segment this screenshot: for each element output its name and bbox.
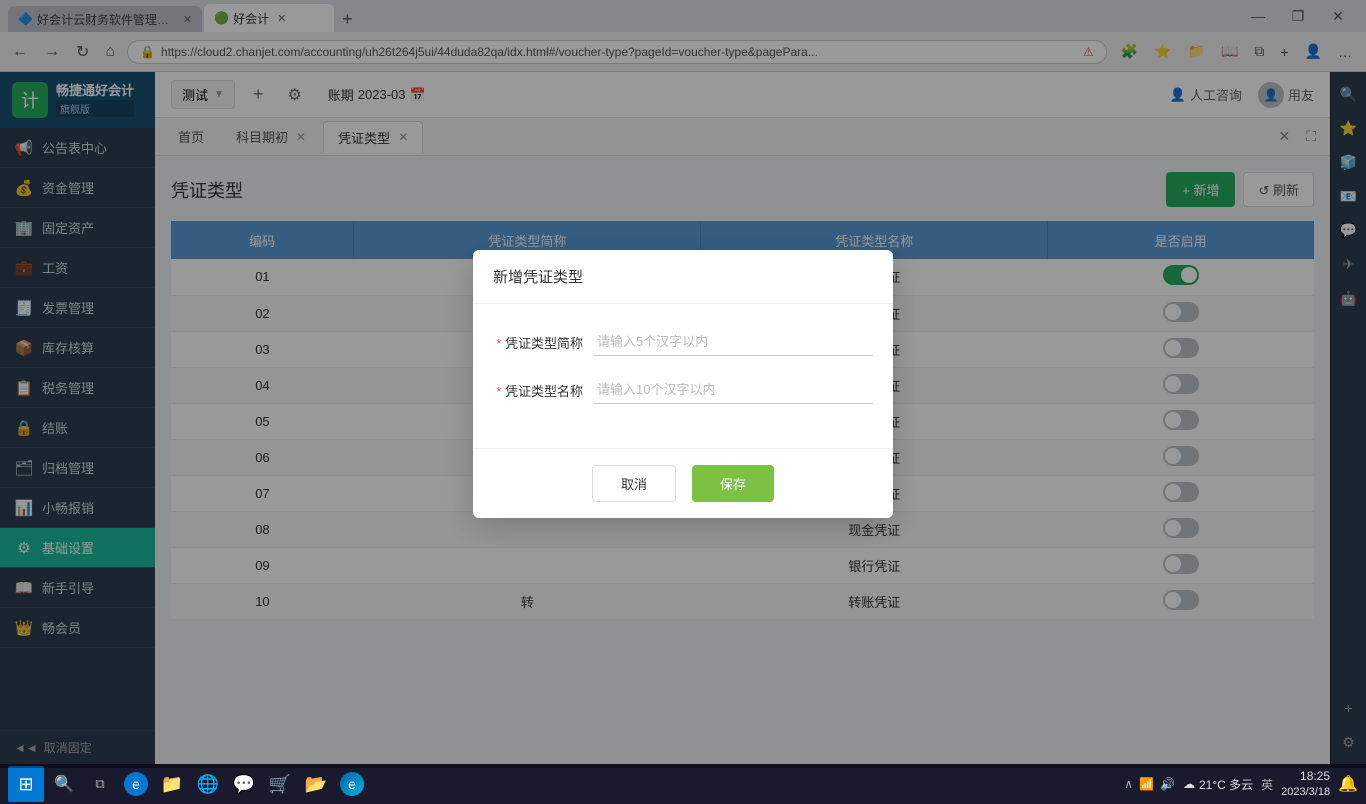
weather-text: 21°C 多云 [1199,776,1253,793]
taskbar-edge-icon[interactable]: e [336,768,368,800]
taskbar-browser-icon[interactable]: e [120,768,152,800]
chevron-up-icon: ∧ [1124,777,1133,791]
name-label: 凭证类型名称 [493,381,593,400]
time-value: 18:25 [1281,768,1330,785]
modal-title: 新增凭证类型 [473,250,893,304]
taskbar-store-icon[interactable]: 🛒 [264,768,296,800]
systray-area[interactable]: ∧ 📶 🔊 [1124,777,1175,791]
form-row-short: 凭证类型简称 [493,328,873,356]
taskbar-chrome-icon[interactable]: 🌐 [192,768,224,800]
time-display: 18:25 2023/3/18 [1281,768,1330,800]
taskbar-wechat-icon[interactable]: 💬 [228,768,260,800]
short-input[interactable] [593,328,873,356]
name-input[interactable] [593,376,873,404]
notification-button[interactable]: 🔔 [1338,774,1358,794]
volume-icon: 🔊 [1160,777,1175,791]
weather-info: ☁ 21°C 多云 [1183,776,1253,793]
network-icon: 📶 [1139,777,1154,791]
form-row-name: 凭证类型名称 [493,376,873,404]
modal-overlay: 新增凭证类型 凭证类型简称 凭证类型名称 取消 保存 [0,0,1366,768]
cancel-button[interactable]: 取消 [592,465,676,502]
add-voucher-type-modal: 新增凭证类型 凭证类型简称 凭证类型名称 取消 保存 [473,250,893,518]
save-button[interactable]: 保存 [692,465,774,502]
lang-indicator[interactable]: 英 [1261,776,1273,793]
weather-icon: ☁ [1183,777,1195,791]
start-button[interactable]: ⊞ [8,766,44,802]
taskbar-folder-icon[interactable]: 📂 [300,768,332,800]
task-view-button[interactable]: ⧉ [84,768,116,800]
taskbar: ⊞ 🔍 ⧉ e 📁 🌐 💬 🛒 📂 e ∧ 📶 🔊 ☁ 21°C 多云 英 18… [0,764,1366,804]
taskbar-file-icon[interactable]: 📁 [156,768,188,800]
search-taskbar-button[interactable]: 🔍 [48,768,80,800]
date-value: 2023/3/18 [1281,785,1330,800]
short-label: 凭证类型简称 [493,333,593,352]
